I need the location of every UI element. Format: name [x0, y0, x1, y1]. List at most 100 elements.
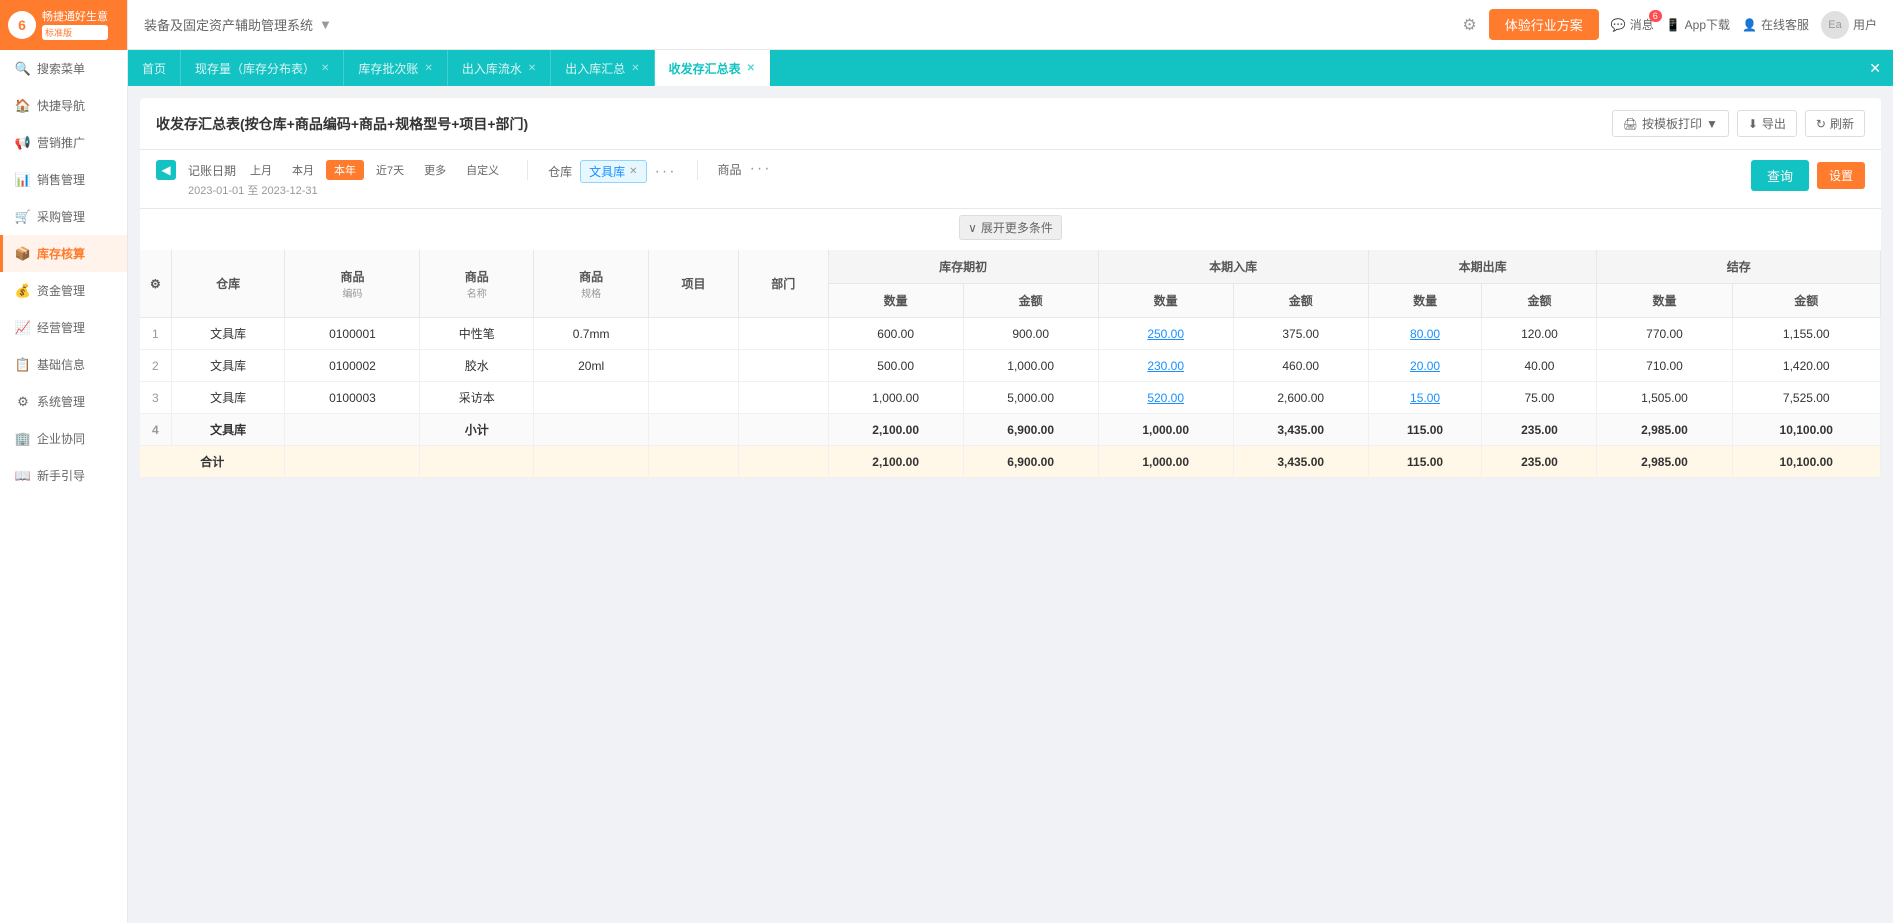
date-btn-近7天[interactable]: 近7天 [368, 160, 412, 180]
logo-text: 畅捷通好生意 [42, 10, 108, 24]
total-out-qty: 115.00 [1368, 446, 1482, 478]
col-balance-amt-header: 金额 [1732, 284, 1881, 318]
cell-opening-amt-2: 1,000.00 [963, 350, 1098, 382]
date-btn-本年[interactable]: 本年 [326, 160, 364, 180]
cell-warehouse-2: 文具库 [171, 350, 285, 382]
cell-out-qty-2[interactable]: 20.00 [1368, 350, 1482, 382]
export-icon: ⬇ [1748, 117, 1758, 131]
experience-button[interactable]: 体验行业方案 [1489, 9, 1599, 40]
printer-icon: 🖨 [1623, 117, 1638, 131]
sidebar-item-guide[interactable]: 📖新手引导 [0, 457, 127, 494]
expand-icon: ∨ [968, 221, 977, 235]
gear-icon[interactable]: ⚙ [1462, 15, 1476, 35]
table-row-3: 3 文具库 0100003 采访本 1,000.00 5,000.00 520.… [140, 382, 1881, 414]
print-button[interactable]: 🖨 按模板打印 ▼ [1612, 110, 1729, 137]
tab-label-stock-dist: 现存量（库存分布表） [195, 60, 315, 77]
sidebar-item-marketing[interactable]: 📢营销推广 [0, 124, 127, 161]
query-button[interactable]: 查询 [1751, 160, 1809, 191]
sidebar-item-inventory[interactable]: 📦库存核算 [0, 235, 127, 272]
col-balance-qty-header: 数量 [1597, 284, 1732, 318]
cell-in-qty-3[interactable]: 520.00 [1098, 382, 1233, 414]
sidebar-label-sales: 销售管理 [37, 171, 85, 188]
sales-icon: 📊 [15, 172, 31, 188]
sidebar-item-basic-info[interactable]: 📋基础信息 [0, 346, 127, 383]
date-buttons: 上月本月本年近7天更多自定义 [242, 160, 507, 180]
tab-label-recv-send: 收发存汇总表 [669, 60, 741, 77]
cell-warehouse-1: 文具库 [171, 318, 285, 350]
tab-close-recv-send[interactable]: ✕ [747, 63, 755, 74]
cell-opening-qty-1: 600.00 [828, 318, 963, 350]
date-btn-上月[interactable]: 上月 [242, 160, 280, 180]
sidebar-item-search[interactable]: 🔍搜索菜单 [0, 50, 127, 87]
sidebar-label-guide: 新手引导 [37, 467, 85, 484]
export-button[interactable]: ⬇ 导出 [1737, 110, 1797, 137]
logo-icon: 6 [8, 11, 36, 39]
date-btn-更多[interactable]: 更多 [416, 160, 454, 180]
sidebar-item-finance[interactable]: 💰资金管理 [0, 272, 127, 309]
page-title-bar: 收发存汇总表(按仓库+商品编码+商品+规格型号+项目+部门) 🖨 按模板打印 ▼… [140, 98, 1881, 150]
settings-button[interactable]: 设置 [1817, 162, 1865, 189]
warehouse-tag-close-icon[interactable]: ✕ [629, 166, 637, 177]
cell-out-qty-1[interactable]: 80.00 [1368, 318, 1482, 350]
cell-dept-3 [738, 382, 828, 414]
total-opening-amt: 6,900.00 [963, 446, 1098, 478]
sidebar-item-operation[interactable]: 📈经营管理 [0, 309, 127, 346]
cell-project-2 [649, 350, 739, 382]
cell-goods-name-4: 小计 [420, 414, 534, 446]
cell-opening-amt-3: 5,000.00 [963, 382, 1098, 414]
cell-num-1: 1 [140, 318, 171, 350]
tab-recv-send[interactable]: 收发存汇总表 ✕ [655, 50, 770, 86]
expand-filter-button[interactable]: ∨ 展开更多条件 [959, 215, 1062, 240]
refresh-button[interactable]: ↻ 刷新 [1805, 110, 1865, 137]
tab-stock-dist[interactable]: 现存量（库存分布表） ✕ [181, 50, 344, 86]
cell-balance-qty-2: 710.00 [1597, 350, 1732, 382]
system-icon: ⚙ [15, 394, 31, 410]
sidebar-label-system: 系统管理 [37, 393, 85, 410]
cell-in-qty-4: 1,000.00 [1098, 414, 1233, 446]
sidebar-item-quick-nav[interactable]: 🏠快捷导航 [0, 87, 127, 124]
page-actions: 🖨 按模板打印 ▼ ⬇ 导出 ↻ 刷新 [1612, 110, 1865, 137]
app-download-button[interactable]: 📱 App下载 [1666, 16, 1730, 33]
col-project-header: 项目 [649, 250, 739, 318]
sidebar-label-operation: 经营管理 [37, 319, 85, 336]
total-in-qty: 1,000.00 [1098, 446, 1233, 478]
col-settings-header[interactable]: ⚙ [140, 250, 171, 318]
tab-close-summary[interactable]: ✕ [631, 63, 639, 74]
cell-in-qty-1[interactable]: 250.00 [1098, 318, 1233, 350]
goods-more-button[interactable]: ··· [750, 160, 772, 178]
tab-label-summary: 出入库汇总 [565, 60, 625, 77]
tab-summary[interactable]: 出入库汇总 ✕ [551, 50, 654, 86]
total-opening-qty: 2,100.00 [828, 446, 963, 478]
tab-bar-close-button[interactable]: ✕ [1857, 50, 1893, 86]
sidebar-item-system[interactable]: ⚙ 系统管理 [0, 383, 127, 420]
system-title: 装备及固定资产辅助管理系统 ▼ [144, 15, 1450, 34]
cell-in-amt-3: 2,600.00 [1233, 382, 1368, 414]
tab-home[interactable]: 首页 [128, 50, 181, 86]
cell-in-qty-2[interactable]: 230.00 [1098, 350, 1233, 382]
sidebar-item-enterprise[interactable]: 🏢企业协同 [0, 420, 127, 457]
sidebar-label-quick-nav: 快捷导航 [37, 97, 85, 114]
warehouse-more-button[interactable]: ··· [655, 163, 677, 181]
online-service-button[interactable]: 👤 在线客服 [1742, 16, 1809, 33]
sidebar-item-sales[interactable]: 📊 销售管理 [0, 161, 127, 198]
tab-close-stock-dist[interactable]: ✕ [321, 63, 329, 74]
cell-in-amt-1: 375.00 [1233, 318, 1368, 350]
user-menu[interactable]: Ea 用户 [1821, 11, 1877, 39]
tab-close-batch-account[interactable]: ✕ [424, 63, 432, 74]
messages-button[interactable]: 💬 消息 6 [1611, 16, 1654, 33]
message-icon: 💬 [1611, 18, 1626, 32]
sidebar-item-purchase[interactable]: 🛒采购管理 [0, 198, 127, 235]
total-placeholder-1 [285, 446, 420, 478]
date-btn-本月[interactable]: 本月 [284, 160, 322, 180]
col-goods-code-header: 商品编码 [285, 250, 420, 318]
cell-opening-qty-3: 1,000.00 [828, 382, 963, 414]
cell-out-qty-3[interactable]: 15.00 [1368, 382, 1482, 414]
col-goods-spec-header: 商品规格 [534, 250, 649, 318]
tab-close-flow[interactable]: ✕ [528, 63, 536, 74]
total-placeholder-5 [738, 446, 828, 478]
tab-flow[interactable]: 出入库流水✕ [448, 50, 551, 86]
date-btn-自定义[interactable]: 自定义 [458, 160, 507, 180]
tab-batch-account[interactable]: 库存批次账✕ [344, 50, 447, 86]
warehouse-tag[interactable]: 文具库 ✕ [580, 160, 646, 183]
filter-collapse-button[interactable]: ◀ [156, 160, 176, 180]
